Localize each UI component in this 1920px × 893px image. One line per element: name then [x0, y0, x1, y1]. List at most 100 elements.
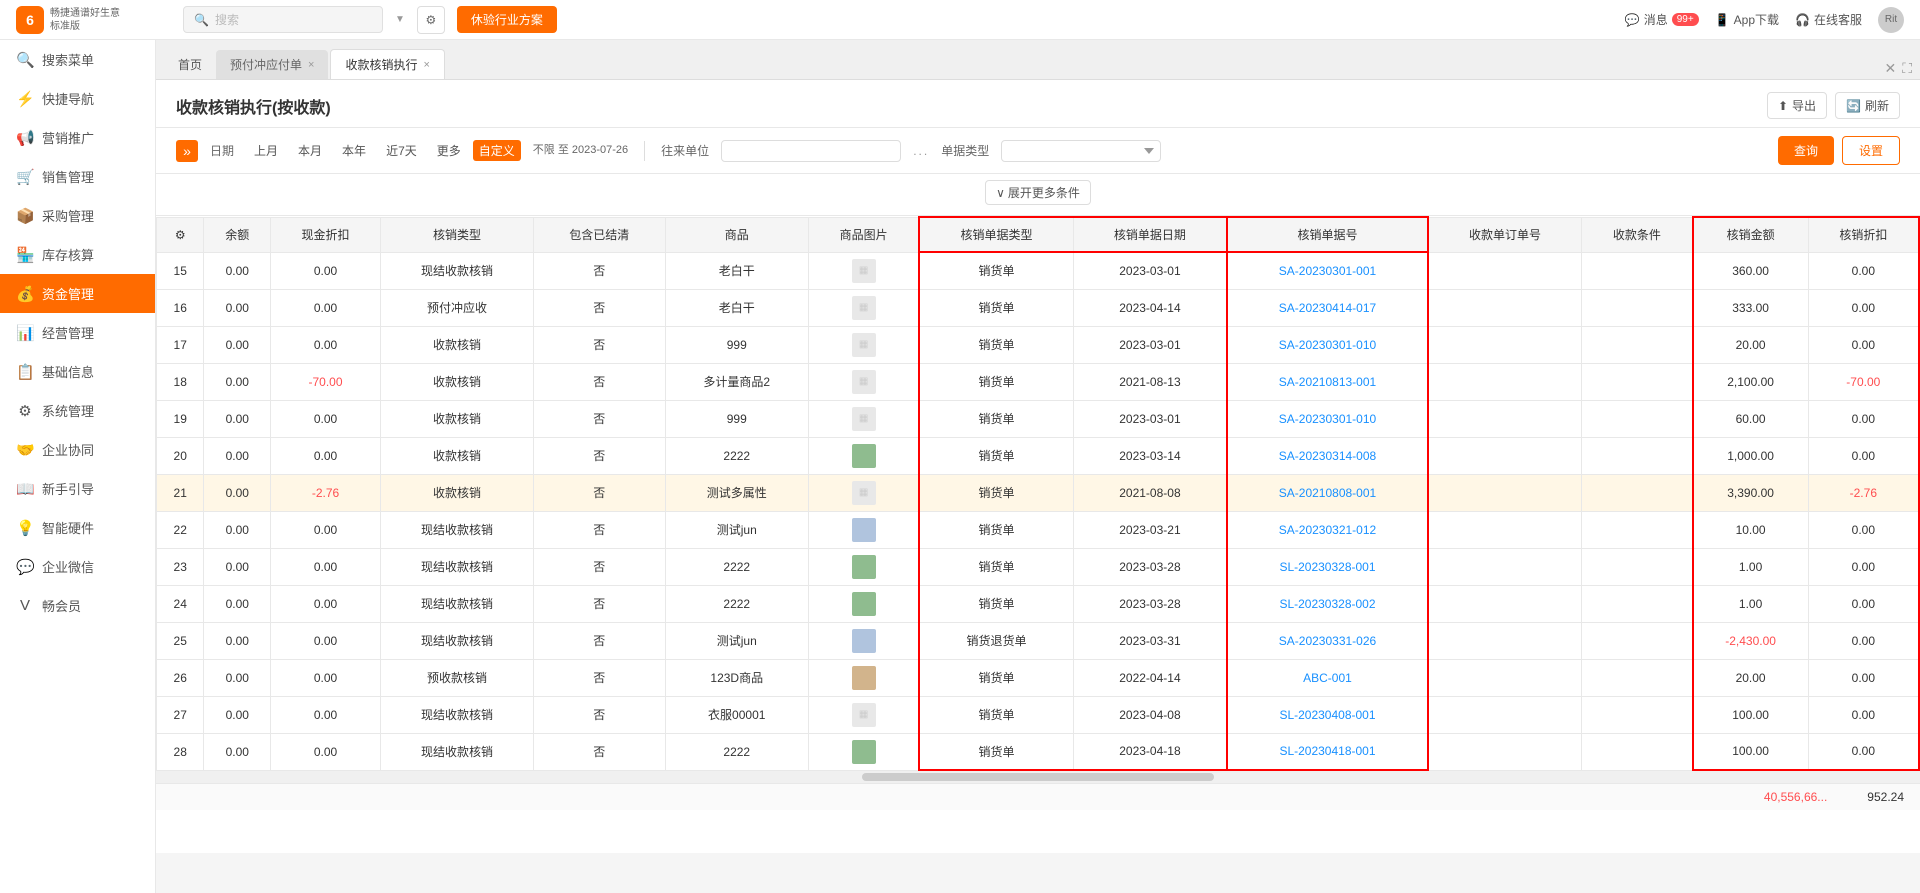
query-button[interactable]: 查询 — [1778, 136, 1834, 165]
sidebar-item-10[interactable]: 🤝企业协同 — [0, 430, 155, 469]
close-tab1-icon[interactable]: × — [308, 59, 314, 71]
sidebar-item-0[interactable]: 🔍搜索菜单 — [0, 40, 155, 79]
cell-amount: 100.00 — [1693, 696, 1809, 733]
user-avatar[interactable]: Rit — [1878, 7, 1904, 33]
doc-no-link[interactable]: SA-20230414-017 — [1279, 301, 1376, 315]
doc-no-link[interactable]: SA-20210808-001 — [1279, 486, 1376, 500]
doc-no-link[interactable]: SA-20230321-012 — [1279, 523, 1376, 537]
sidebar-label-12: 智能硬件 — [42, 518, 94, 537]
top-search-box[interactable]: 🔍 搜索 — [183, 6, 383, 33]
cell-doc-date: 2023-03-21 — [1073, 511, 1227, 548]
online-service-button[interactable]: 🎧 在线客服 — [1795, 11, 1862, 28]
refresh-button[interactable]: 🔄 刷新 — [1835, 92, 1900, 119]
page-header: 收款核销执行(按收款) ⬆ 导出 🔄 刷新 — [156, 80, 1920, 128]
settings-button[interactable]: 设置 — [1842, 136, 1900, 165]
cell-doc-no: SL-20230408-001 — [1227, 696, 1428, 733]
doc-no-link[interactable]: SA-20230314-008 — [1279, 449, 1376, 463]
cell-amount: 60.00 — [1693, 400, 1809, 437]
filter-toggle-button[interactable]: » — [176, 140, 198, 162]
cell-cash-discount: 0.00 — [271, 585, 381, 622]
sidebar-item-8[interactable]: 📋基础信息 — [0, 352, 155, 391]
expand-conditions-button[interactable]: ∨ 展开更多条件 — [985, 180, 1091, 205]
cell-goods: 123D商品 — [665, 659, 808, 696]
custom-date-btn[interactable]: 自定义 — [473, 140, 521, 161]
sidebar-item-14[interactable]: V畅会员 — [0, 586, 155, 625]
cell-goods: 衣服00001 — [665, 696, 808, 733]
doc-no-link[interactable]: SL-20230328-002 — [1279, 597, 1375, 611]
sidebar-item-5[interactable]: 🏪库存核算 — [0, 235, 155, 274]
cell-cash-discount: 0.00 — [271, 326, 381, 363]
total-discount-item: 952.24 — [1867, 790, 1904, 804]
doc-no-link[interactable]: SL-20230418-001 — [1279, 744, 1375, 758]
cell-condition — [1582, 585, 1693, 622]
cell-goods: 测试jun — [665, 622, 808, 659]
cell-cash-discount: -70.00 — [271, 363, 381, 400]
sidebar-item-3[interactable]: 🛒销售管理 — [0, 157, 155, 196]
sidebar-item-1[interactable]: ⚡快捷导航 — [0, 79, 155, 118]
doc-no-link[interactable]: SL-20230328-001 — [1279, 560, 1375, 574]
doc-no-link[interactable]: SA-20230301-010 — [1279, 412, 1376, 426]
cell-balance: 0.00 — [204, 363, 271, 400]
gear-button[interactable]: ⚙ — [417, 6, 445, 34]
table-row: 24 0.00 0.00 现结收款核销 否 2222 销货单 2023-03-2… — [157, 585, 1920, 622]
cell-cash-discount: 0.00 — [271, 696, 381, 733]
doc-no-link[interactable]: SL-20230408-001 — [1279, 708, 1375, 722]
sidebar-item-7[interactable]: 📊经营管理 — [0, 313, 155, 352]
7days-btn[interactable]: 近7天 — [378, 140, 425, 161]
cell-receipt-no — [1428, 659, 1582, 696]
sidebar-item-12[interactable]: 💡智能硬件 — [0, 508, 155, 547]
this-month-btn[interactable]: 本月 — [290, 140, 330, 161]
from-unit-input[interactable] — [721, 140, 901, 162]
last-month-btn[interactable]: 上月 — [246, 140, 286, 161]
app-download-button[interactable]: 📱 App下载 — [1715, 11, 1779, 28]
doc-no-link[interactable]: SA-20210813-001 — [1279, 375, 1376, 389]
close-window-icon[interactable]: ✕ — [1884, 60, 1896, 77]
doc-no-link[interactable]: ABC-001 — [1303, 671, 1352, 685]
cell-doc-no: ABC-001 — [1227, 659, 1428, 696]
cell-included: 否 — [534, 400, 665, 437]
tab-prepay[interactable]: 预付冲应付单 × — [216, 50, 328, 79]
this-year-btn[interactable]: 本年 — [334, 140, 374, 161]
tab-receipt[interactable]: 收款核销执行 × — [330, 49, 444, 79]
doc-no-link[interactable]: SA-20230301-001 — [1279, 264, 1376, 278]
cell-discount: 0.00 — [1808, 696, 1919, 733]
doc-no-link[interactable]: SA-20230301-010 — [1279, 338, 1376, 352]
cell-receipt-no — [1428, 511, 1582, 548]
horizontal-scrollbar[interactable] — [156, 771, 1920, 783]
cell-doc-type: 销货单 — [919, 289, 1073, 326]
sidebar-item-4[interactable]: 📦采购管理 — [0, 196, 155, 235]
more-date-btn[interactable]: 更多 — [429, 140, 469, 161]
cell-amount: 1.00 — [1693, 585, 1809, 622]
tab-home[interactable]: 首页 — [164, 50, 216, 79]
table-row: 17 0.00 0.00 收款核销 否 999 ▦ 销货单 2023-03-01… — [157, 326, 1920, 363]
close-tab2-icon[interactable]: × — [423, 59, 429, 71]
scroll-thumb[interactable] — [862, 773, 1215, 781]
cell-doc-date: 2021-08-08 — [1073, 474, 1227, 511]
col-settings[interactable]: ⚙ — [157, 217, 204, 252]
message-button[interactable]: 💬 消息 99+ — [1625, 11, 1699, 28]
cell-cash-discount: 0.00 — [271, 400, 381, 437]
cell-amount: 20.00 — [1693, 659, 1809, 696]
cell-doc-type: 销货单 — [919, 400, 1073, 437]
cell-condition — [1582, 326, 1693, 363]
cell-goods-img — [808, 659, 919, 696]
table-row: 23 0.00 0.00 现结收款核销 否 2222 销货单 2023-03-2… — [157, 548, 1920, 585]
sidebar-item-6[interactable]: 💰资金管理 — [0, 274, 155, 313]
sidebar-item-9[interactable]: ⚙系统管理 — [0, 391, 155, 430]
cell-cash-discount: 0.00 — [271, 511, 381, 548]
sidebar-item-2[interactable]: 📢营销推广 — [0, 118, 155, 157]
sidebar-item-13[interactable]: 💬企业微信 — [0, 547, 155, 586]
sidebar-label-5: 库存核算 — [42, 245, 94, 264]
maximize-icon[interactable]: ⛶ — [1902, 60, 1912, 77]
cell-type: 现结收款核销 — [380, 622, 533, 659]
sidebar-label-9: 系统管理 — [42, 401, 94, 420]
sidebar-item-11[interactable]: 📖新手引导 — [0, 469, 155, 508]
doc-no-link[interactable]: SA-20230331-026 — [1279, 634, 1376, 648]
industry-button[interactable]: 休验行业方案 — [457, 6, 557, 33]
doc-type-select[interactable] — [1001, 140, 1161, 162]
export-button[interactable]: ⬆ 导出 — [1767, 92, 1827, 119]
sidebar-label-0: 搜索菜单 — [42, 50, 94, 69]
total-amount-value: 40,556,66... — [1764, 790, 1827, 804]
cell-cash-discount: 0.00 — [271, 622, 381, 659]
cell-doc-no: SA-20230321-012 — [1227, 511, 1428, 548]
